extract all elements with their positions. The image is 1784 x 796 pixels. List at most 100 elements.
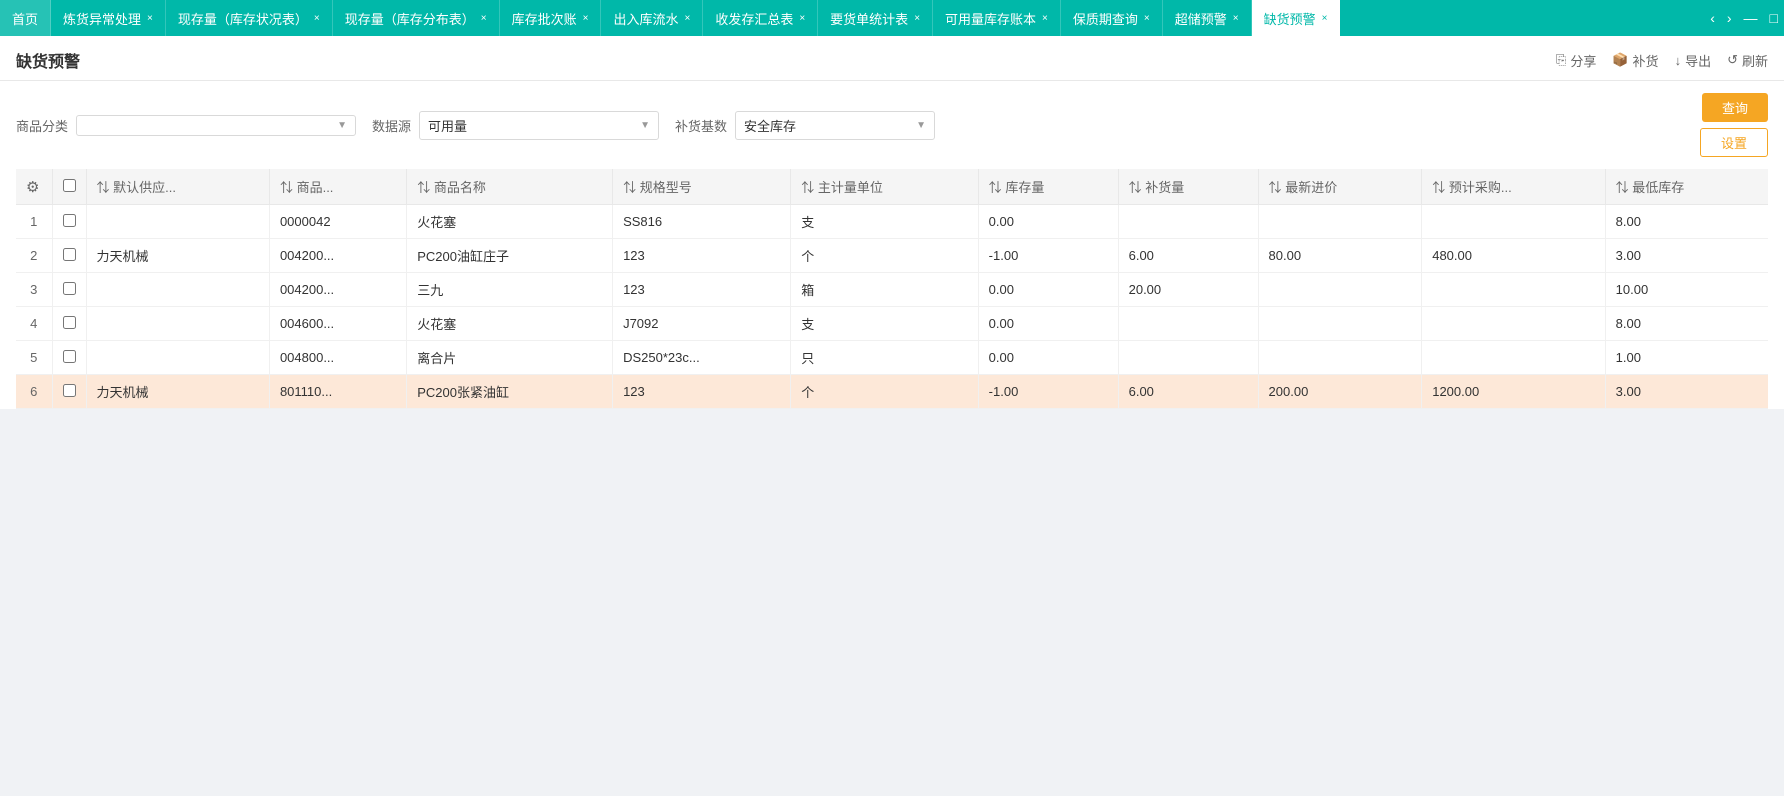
settings-button[interactable]: 设置 <box>1700 128 1768 157</box>
close-icon[interactable]: × <box>1233 13 1239 24</box>
table-row: 1 0000042 火花塞 SS816 支 0.00 8.00 <box>16 205 1768 239</box>
row-checkbox[interactable] <box>63 282 76 295</box>
default-supplier-cell: 力天机械 <box>86 239 269 273</box>
tab-yaohuo-stat[interactable]: 要货单统计表 × <box>818 0 933 36</box>
est-purchase-cell: 480.00 <box>1422 239 1605 273</box>
close-icon[interactable]: × <box>1042 13 1048 24</box>
query-button[interactable]: 查询 <box>1702 93 1768 122</box>
unit-header: ⇅ 主计量单位 <box>791 169 978 205</box>
close-icon[interactable]: × <box>799 13 805 24</box>
goods-name-cell: 火花塞 <box>407 307 613 341</box>
close-icon[interactable]: × <box>684 13 690 24</box>
latest-price-cell <box>1258 273 1422 307</box>
tab-inout-flow[interactable]: 出入库流水 × <box>601 0 703 36</box>
spec-cell: DS250*23c... <box>613 341 791 375</box>
default-supplier-cell <box>86 307 269 341</box>
replenish-icon: 📦 <box>1612 52 1628 68</box>
share-button[interactable]: ⎘ 分享 <box>1556 51 1596 70</box>
tab-baoquan-query[interactable]: 保质期查询 × <box>1061 0 1163 36</box>
tab-prev-button[interactable]: ‹ <box>1704 0 1721 36</box>
spec-cell: J7092 <box>613 307 791 341</box>
row-checkbox-cell[interactable] <box>52 307 86 341</box>
replenish-button[interactable]: 📦 补货 <box>1612 51 1658 70</box>
stock-cell: -1.00 <box>978 375 1118 409</box>
sort-icon: ⇅ <box>417 180 430 195</box>
window-max-button[interactable]: □ <box>1764 0 1784 36</box>
close-icon[interactable]: × <box>583 13 589 24</box>
est-purchase-cell <box>1422 273 1605 307</box>
close-icon[interactable]: × <box>1144 13 1150 24</box>
row-checkbox-cell[interactable] <box>52 341 86 375</box>
tab-shoufasun[interactable]: 收发存汇总表 × <box>703 0 818 36</box>
est-purchase-cell <box>1422 205 1605 239</box>
header-actions: ⎘ 分享 📦 补货 ↓ 导出 ↺ 刷新 <box>1556 51 1768 70</box>
chevron-down-icon: ▼ <box>916 120 926 131</box>
tab-chaocun-warn[interactable]: 超储预警 × <box>1163 0 1252 36</box>
gear-column-header: ⚙ <box>16 169 52 205</box>
share-icon: ⎘ <box>1556 52 1566 68</box>
datasource-select[interactable]: 可用量 ▼ <box>419 111 659 140</box>
unit-cell: 箱 <box>791 273 978 307</box>
window-min-button[interactable]: — <box>1738 0 1764 36</box>
sort-icon: ⇅ <box>1432 180 1445 195</box>
min-stock-cell: 3.00 <box>1605 239 1768 273</box>
goods-name-header: ⇅ 商品名称 <box>407 169 613 205</box>
min-stock-cell: 8.00 <box>1605 205 1768 239</box>
datasource-filter-group: 数据源 可用量 ▼ <box>372 111 659 140</box>
est-purchase-header: ⇅ 预计采购... <box>1422 169 1605 205</box>
row-checkbox[interactable] <box>63 350 76 363</box>
tab-keyong-ledger[interactable]: 可用量库存账本 × <box>933 0 1061 36</box>
tab-quehuo-warn[interactable]: 缺货预警 × <box>1252 0 1341 36</box>
row-number: 6 <box>16 375 52 409</box>
table-row: 5 004800... 离合片 DS250*23c... 只 0.00 1.00 <box>16 341 1768 375</box>
chevron-down-icon: ▼ <box>640 120 650 131</box>
data-table: ⚙ ⇅ 默认供应... ⇅ 商品... ⇅ 商品名称 <box>16 169 1768 409</box>
datasource-label: 数据源 <box>372 116 411 135</box>
unit-cell: 只 <box>791 341 978 375</box>
replenish-base-select[interactable]: 安全库存 ▼ <box>735 111 935 140</box>
goods-name-cell: PC200张紧油缸 <box>407 375 613 409</box>
tab-xianzun-dist[interactable]: 现存量（库存分布表） × <box>333 0 500 36</box>
min-stock-cell: 10.00 <box>1605 273 1768 307</box>
min-stock-header: ⇅ 最低库存 <box>1605 169 1768 205</box>
row-checkbox-cell[interactable] <box>52 205 86 239</box>
close-icon[interactable]: × <box>147 13 153 24</box>
gear-button[interactable]: ⚙ <box>26 178 39 196</box>
replenish-qty-header: ⇅ 补货量 <box>1118 169 1258 205</box>
row-checkbox[interactable] <box>63 316 76 329</box>
spec-cell: 123 <box>613 273 791 307</box>
spec-cell: 123 <box>613 239 791 273</box>
latest-price-cell <box>1258 307 1422 341</box>
row-checkbox-cell[interactable] <box>52 375 86 409</box>
table-row: 6 力天机械 801110... PC200张紧油缸 123 个 -1.00 6… <box>16 375 1768 409</box>
row-checkbox[interactable] <box>63 214 76 227</box>
row-number: 4 <box>16 307 52 341</box>
close-icon[interactable]: × <box>314 13 320 24</box>
category-select[interactable]: ▼ <box>76 115 356 136</box>
unit-cell: 个 <box>791 239 978 273</box>
close-icon[interactable]: × <box>1322 13 1328 24</box>
row-checkbox-cell[interactable] <box>52 239 86 273</box>
tab-xianzun-status[interactable]: 现存量（库存状况表） × <box>166 0 333 36</box>
close-icon[interactable]: × <box>481 13 487 24</box>
refresh-icon: ↺ <box>1727 52 1738 68</box>
export-icon: ↓ <box>1675 53 1682 68</box>
replenish-base-select-value: 安全库存 <box>744 116 796 135</box>
tab-kucun-batch[interactable]: 库存批次账 × <box>500 0 602 36</box>
row-checkbox[interactable] <box>63 384 76 397</box>
min-stock-cell: 3.00 <box>1605 375 1768 409</box>
select-all-checkbox[interactable] <box>63 179 76 192</box>
sort-icon: ⇅ <box>97 180 110 195</box>
export-button[interactable]: ↓ 导出 <box>1675 51 1712 70</box>
spec-cell: 123 <box>613 375 791 409</box>
sort-icon: ⇅ <box>1616 180 1629 195</box>
page-header: 缺货预警 ⎘ 分享 📦 补货 ↓ 导出 ↺ 刷新 <box>0 36 1784 81</box>
tab-home[interactable]: 首页 <box>0 0 51 36</box>
close-icon[interactable]: × <box>914 13 920 24</box>
stock-cell: 0.00 <box>978 205 1118 239</box>
row-checkbox-cell[interactable] <box>52 273 86 307</box>
tab-next-button[interactable]: › <box>1721 0 1738 36</box>
refresh-button[interactable]: ↺ 刷新 <box>1727 51 1768 70</box>
tab-lianghuo[interactable]: 炼货异常处理 × <box>51 0 166 36</box>
row-checkbox[interactable] <box>63 248 76 261</box>
